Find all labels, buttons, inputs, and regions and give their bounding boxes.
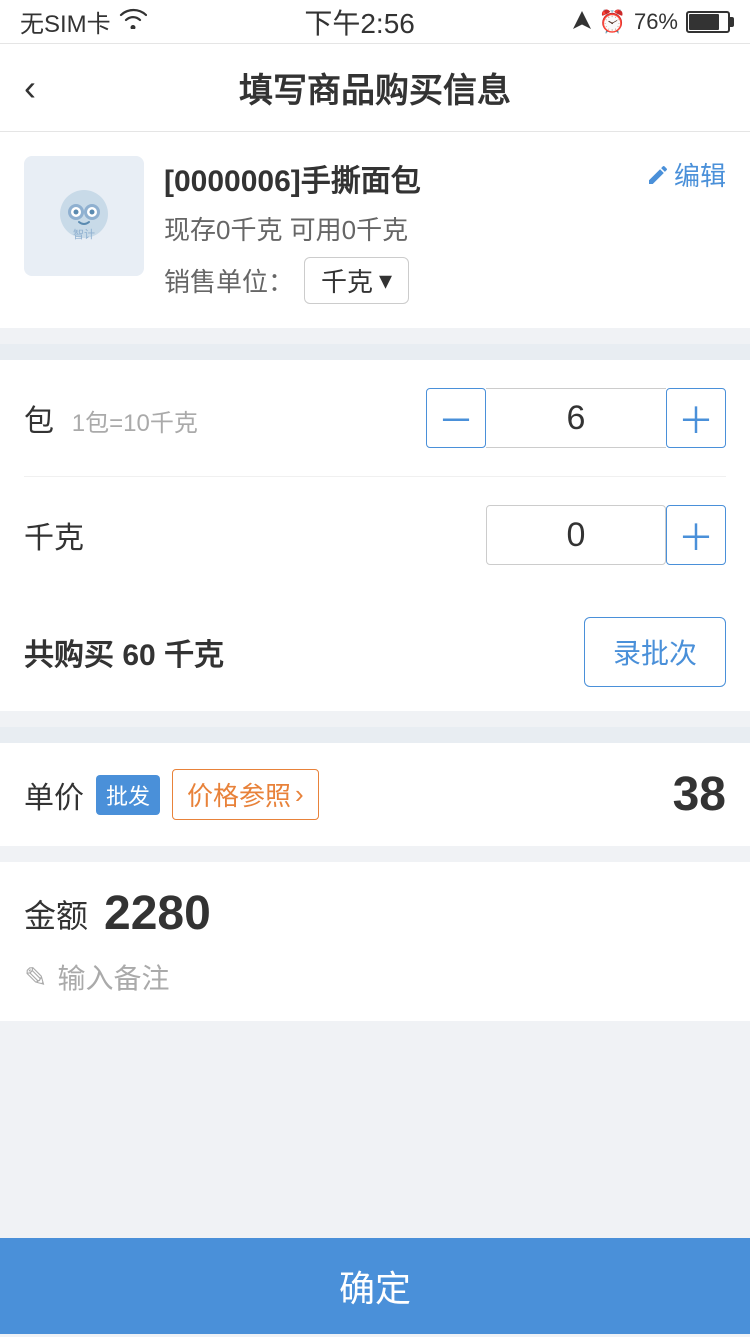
kg-label: 千克 [24, 522, 84, 555]
price-label: 单价 [24, 773, 84, 817]
bag-quantity-input[interactable] [486, 388, 666, 448]
bag-label-group: 包 1包=10千克 [24, 396, 198, 440]
remark-row[interactable]: ✎ 输入备注 [24, 957, 726, 997]
remark-icon: ✎ [24, 961, 47, 994]
price-ref-label: 价格参照 [187, 776, 291, 813]
amount-value: 2280 [104, 886, 211, 941]
status-bar: 无SIM卡 下午2:56 ⏰ 76% [0, 0, 750, 44]
total-prefix: 共购买 [24, 639, 114, 672]
section-separator-1 [0, 344, 750, 360]
product-stock: 现存0千克 可用0千克 [164, 210, 626, 247]
location-icon [573, 9, 591, 35]
dropdown-icon: ▾ [379, 265, 392, 296]
product-unit-row: 销售单位： 千克 ▾ [164, 257, 626, 304]
kg-label-group: 千克 [24, 513, 84, 557]
back-button[interactable]: ‹ [24, 67, 36, 109]
price-left: 单价 批发 价格参照 › [24, 769, 319, 820]
price-section: 单价 批发 价格参照 › 38 [0, 743, 750, 846]
amount-section: 金额 2280 ✎ 输入备注 [0, 862, 750, 1021]
svg-text:智计: 智计 [73, 227, 95, 241]
battery-icon [686, 11, 730, 33]
unit-label: 销售单位： [164, 262, 294, 299]
amount-row: 金额 2280 [24, 886, 726, 941]
alarm-icon: ⏰ [599, 9, 626, 35]
wifi-icon [119, 7, 147, 36]
section-separator-2 [0, 727, 750, 743]
unit-select[interactable]: 千克 ▾ [304, 257, 409, 304]
bag-minus-button[interactable]: － [426, 388, 486, 448]
status-left: 无SIM卡 [20, 4, 147, 39]
quantity-section: 包 1包=10千克 － ＋ 千克 ＋ [0, 360, 750, 593]
nav-bar: ‹ 填写商品购买信息 [0, 44, 750, 132]
remark-placeholder: 输入备注 [57, 957, 169, 997]
amount-label: 金额 [24, 891, 88, 937]
product-image: 智计 [24, 156, 144, 276]
product-info: [0000006]手撕面包 现存0千克 可用0千克 销售单位： 千克 ▾ [164, 156, 626, 304]
price-ref-arrow: › [295, 779, 304, 810]
batch-button[interactable]: 录批次 [584, 617, 726, 687]
kg-quantity-input[interactable] [486, 505, 666, 565]
status-time: 下午2:56 [304, 2, 415, 42]
kg-plus-button[interactable]: ＋ [666, 505, 726, 565]
price-reference-button[interactable]: 价格参照 › [172, 769, 319, 820]
total-section: 共购买 60 千克 录批次 [0, 593, 750, 711]
product-card: 智计 [0000006]手撕面包 现存0千克 可用0千克 销售单位： 千克 ▾ … [0, 132, 750, 328]
kg-quantity-control: ＋ [486, 505, 726, 565]
status-right: ⏰ 76% [573, 9, 730, 35]
edit-button[interactable]: 编辑 [646, 156, 726, 193]
edit-label: 编辑 [674, 156, 726, 193]
battery-percent: 76% [634, 9, 678, 35]
total-amount: 60 [122, 639, 155, 672]
total-text: 共购买 60 千克 [24, 630, 224, 674]
product-name: [0000006]手撕面包 [164, 156, 626, 200]
page-title: 填写商品购买信息 [239, 63, 511, 112]
bag-plus-button[interactable]: ＋ [666, 388, 726, 448]
confirm-button[interactable]: 确定 [0, 1238, 750, 1334]
bag-quantity-control: － ＋ [426, 388, 726, 448]
price-value: 38 [673, 767, 726, 822]
carrier-text: 无SIM卡 [20, 4, 111, 39]
bag-hint: 1包=10千克 [72, 410, 198, 437]
kg-quantity-row: 千克 ＋ [24, 477, 726, 593]
bag-quantity-row: 包 1包=10千克 － ＋ [24, 360, 726, 477]
total-unit: 千克 [164, 639, 224, 672]
price-tag: 批发 [96, 775, 160, 815]
bag-label: 包 [24, 405, 54, 438]
